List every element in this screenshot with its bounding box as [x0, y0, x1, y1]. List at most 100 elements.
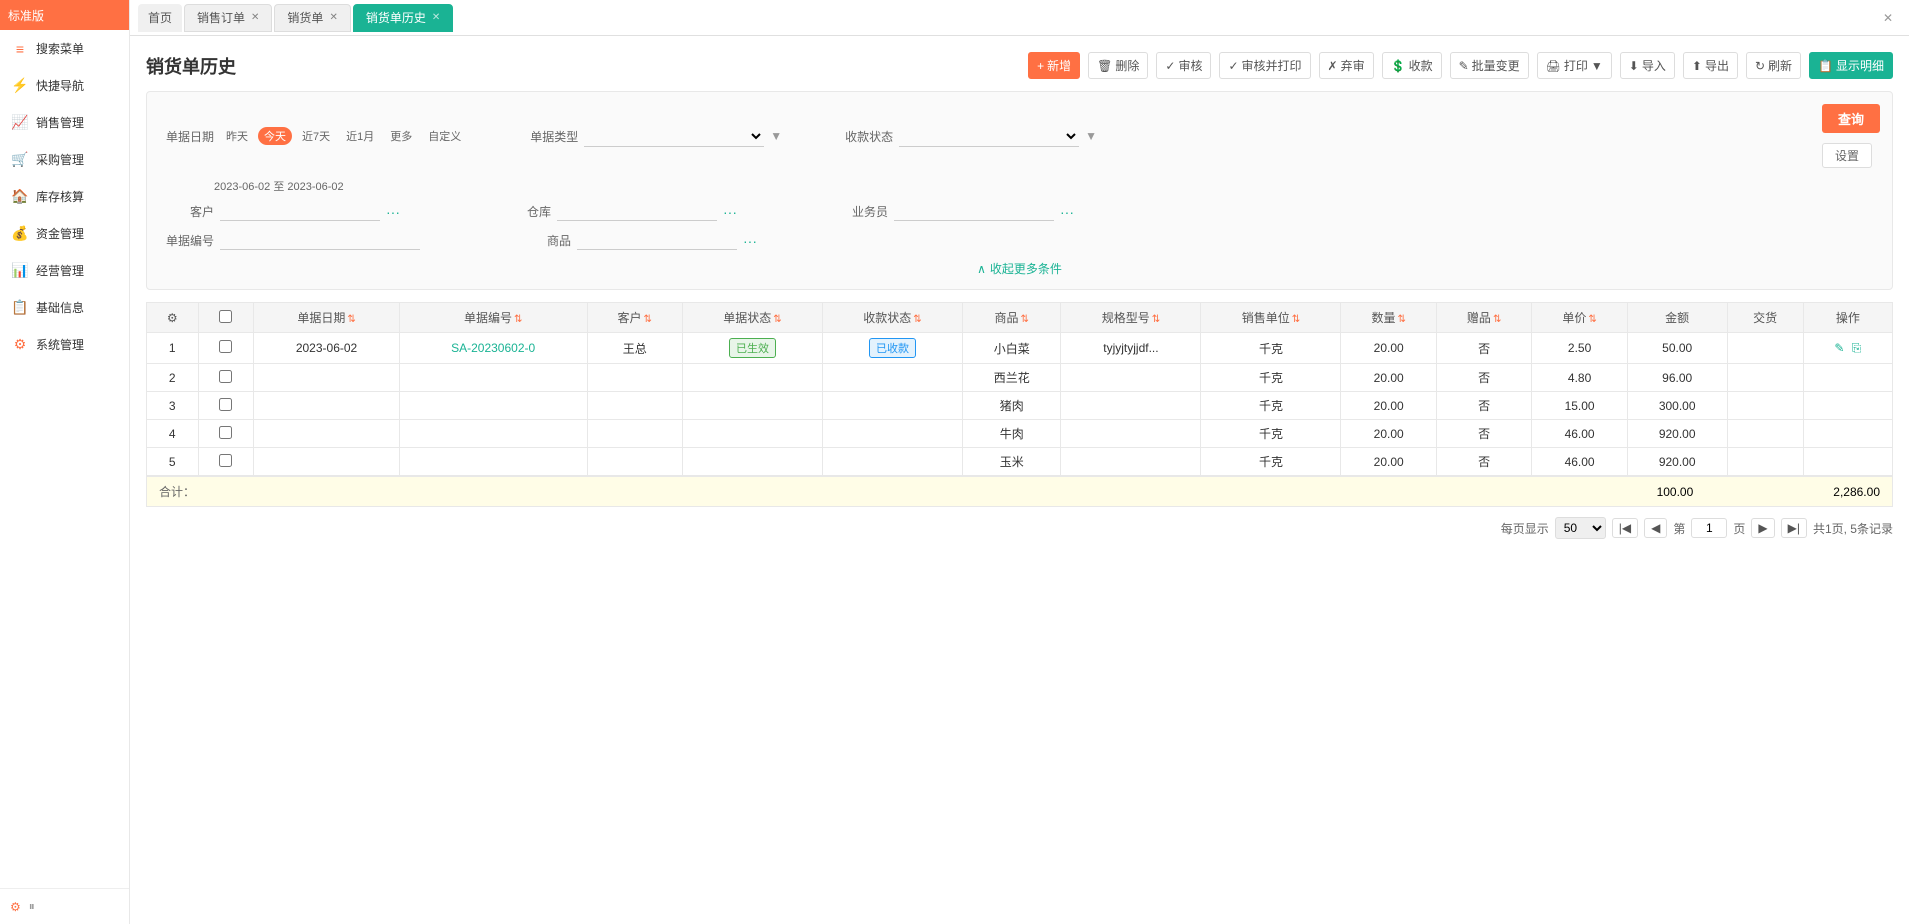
- col-price[interactable]: 单价⇅: [1532, 303, 1627, 333]
- tab-sales-goods[interactable]: 销货单 ✕: [274, 4, 350, 32]
- sidebar-item-finance[interactable]: 💰 资金管理: [0, 215, 129, 252]
- sidebar-item-label: 系统管理: [36, 336, 84, 353]
- col-trade[interactable]: 交货: [1727, 303, 1803, 333]
- cell-check[interactable]: [198, 364, 254, 392]
- next-page-btn[interactable]: ▶: [1751, 518, 1774, 538]
- sidebar-item-sales-mgmt[interactable]: 📈 销售管理: [0, 104, 129, 141]
- print-button[interactable]: 🖨 打印 ▼: [1537, 52, 1612, 79]
- cell-docstatus: [682, 364, 822, 392]
- date-tag-7days[interactable]: 近7天: [296, 127, 336, 145]
- date-tag-1month[interactable]: 近1月: [340, 127, 380, 145]
- col-qty[interactable]: 数量⇅: [1341, 303, 1436, 333]
- batch-change-button[interactable]: ✎ 批量变更: [1450, 52, 1529, 79]
- tab-close-icon[interactable]: ✕: [251, 12, 259, 23]
- tab-home[interactable]: 首页: [138, 4, 182, 32]
- goods-input[interactable]: [577, 231, 737, 250]
- cell-action: [1803, 420, 1892, 448]
- filter-doctype-item: 单据类型 ▼: [523, 126, 782, 147]
- setting-button[interactable]: 设置: [1822, 143, 1872, 168]
- sidebar-item-quick-nav[interactable]: ⚡ 快捷导航: [0, 67, 129, 104]
- cell-number: [399, 392, 587, 420]
- copy-action-btn[interactable]: ⎘: [1852, 341, 1862, 355]
- date-tag-yesterday[interactable]: 昨天: [220, 127, 254, 145]
- prev-page-btn[interactable]: ◀: [1644, 518, 1667, 538]
- edit-action-btn[interactable]: ✎: [1834, 341, 1844, 355]
- export-button[interactable]: ⬆ 导出: [1683, 52, 1738, 79]
- tab-sales-history[interactable]: 销货单历史 ✕: [353, 4, 453, 32]
- customer-input[interactable]: [220, 202, 380, 221]
- salesperson-input[interactable]: [894, 202, 1054, 221]
- last-page-btn[interactable]: ▶|: [1781, 518, 1807, 538]
- col-date[interactable]: 单据日期⇅: [254, 303, 400, 333]
- sidebar-bottom-icon2[interactable]: ⏸: [29, 899, 35, 914]
- col-unit[interactable]: 销售单位⇅: [1201, 303, 1341, 333]
- payment-select[interactable]: [899, 126, 1079, 147]
- col-gear[interactable]: ⚙: [147, 303, 199, 333]
- abandon-button[interactable]: ✗ 弃审: [1319, 52, 1374, 79]
- cell-check[interactable]: [198, 392, 254, 420]
- row-checkbox[interactable]: [219, 340, 232, 353]
- warehouse-input[interactable]: [557, 202, 717, 221]
- col-customer[interactable]: 客户⇅: [587, 303, 682, 333]
- add-button[interactable]: + 新增: [1028, 52, 1080, 79]
- salesperson-ellipsis-btn[interactable]: ···: [1060, 204, 1074, 220]
- row-checkbox[interactable]: [219, 454, 232, 467]
- col-paystatus[interactable]: 收款状态⇅: [822, 303, 962, 333]
- first-page-btn[interactable]: |◀: [1612, 518, 1638, 538]
- collect-button[interactable]: 💲 收款: [1382, 52, 1442, 79]
- close-all-icon[interactable]: ✕: [1875, 11, 1901, 25]
- doc-number-link[interactable]: SA-20230602-0: [451, 341, 535, 355]
- cell-docstatus: [682, 392, 822, 420]
- per-page-select[interactable]: 50 100: [1555, 517, 1606, 539]
- date-tag-more[interactable]: 更多: [384, 127, 418, 145]
- col-goods[interactable]: 商品⇅: [962, 303, 1060, 333]
- col-spec[interactable]: 规格型号⇅: [1061, 303, 1201, 333]
- col-check[interactable]: [198, 303, 254, 333]
- query-button[interactable]: 查询: [1822, 104, 1880, 133]
- cell-check[interactable]: [198, 420, 254, 448]
- tab-sales-order[interactable]: 销售订单 ✕: [184, 4, 272, 32]
- sidebar-bottom: ⚙ ⏸: [0, 888, 129, 924]
- row-checkbox[interactable]: [219, 398, 232, 411]
- cell-gift: 否: [1436, 448, 1531, 476]
- cell-number[interactable]: SA-20230602-0: [399, 333, 587, 364]
- date-tag-custom[interactable]: 自定义: [422, 127, 467, 145]
- goods-ellipsis-btn[interactable]: ···: [743, 233, 757, 249]
- tab-close-icon[interactable]: ✕: [432, 12, 440, 23]
- col-gift[interactable]: 赠品⇅: [1436, 303, 1531, 333]
- cell-action: [1803, 392, 1892, 420]
- filter-collapse-btn[interactable]: ∧ 收起更多条件: [159, 260, 1880, 277]
- docnumber-input[interactable]: [220, 231, 420, 250]
- cell-number: [399, 364, 587, 392]
- import-button[interactable]: ⬇ 导入: [1620, 52, 1675, 79]
- sidebar-bottom-icon1[interactable]: ⚙: [10, 900, 21, 914]
- refresh-button[interactable]: ↻ 刷新: [1746, 52, 1801, 79]
- sidebar-item-system-mgmt[interactable]: ⚙ 系统管理: [0, 326, 129, 363]
- page-input[interactable]: [1691, 518, 1727, 538]
- col-docstatus[interactable]: 单据状态⇅: [682, 303, 822, 333]
- warehouse-ellipsis-btn[interactable]: ···: [723, 204, 737, 220]
- cell-spec: [1061, 448, 1201, 476]
- show-detail-button[interactable]: 📋 显示明细: [1809, 52, 1893, 79]
- date-tag-today[interactable]: 今天: [258, 127, 292, 145]
- sidebar-item-basic-info[interactable]: 📋 基础信息: [0, 289, 129, 326]
- sidebar-item-search-menu[interactable]: ≡ 搜索菜单: [0, 30, 129, 67]
- review-button[interactable]: ✓ 审核: [1156, 52, 1211, 79]
- sidebar-item-inventory[interactable]: 🏠 库存核算: [0, 178, 129, 215]
- customer-ellipsis-btn[interactable]: ···: [386, 204, 400, 220]
- col-amount[interactable]: 金额: [1627, 303, 1727, 333]
- cell-check[interactable]: [198, 448, 254, 476]
- cell-check[interactable]: [198, 333, 254, 364]
- tab-close-icon[interactable]: ✕: [329, 12, 337, 23]
- doctype-select[interactable]: [584, 126, 764, 147]
- review-print-button[interactable]: ✓ 审核并打印: [1219, 52, 1310, 79]
- sidebar-item-purchase-mgmt[interactable]: 🛒 采购管理: [0, 141, 129, 178]
- delete-button[interactable]: 🗑 删除: [1088, 52, 1148, 79]
- refresh-icon: ↻: [1755, 59, 1765, 73]
- select-all-checkbox[interactable]: [219, 310, 232, 323]
- row-checkbox[interactable]: [219, 370, 232, 383]
- row-checkbox[interactable]: [219, 426, 232, 439]
- sidebar-item-operations[interactable]: 📊 经营管理: [0, 252, 129, 289]
- col-number[interactable]: 单据编号⇅: [399, 303, 587, 333]
- cell-trade: [1727, 448, 1803, 476]
